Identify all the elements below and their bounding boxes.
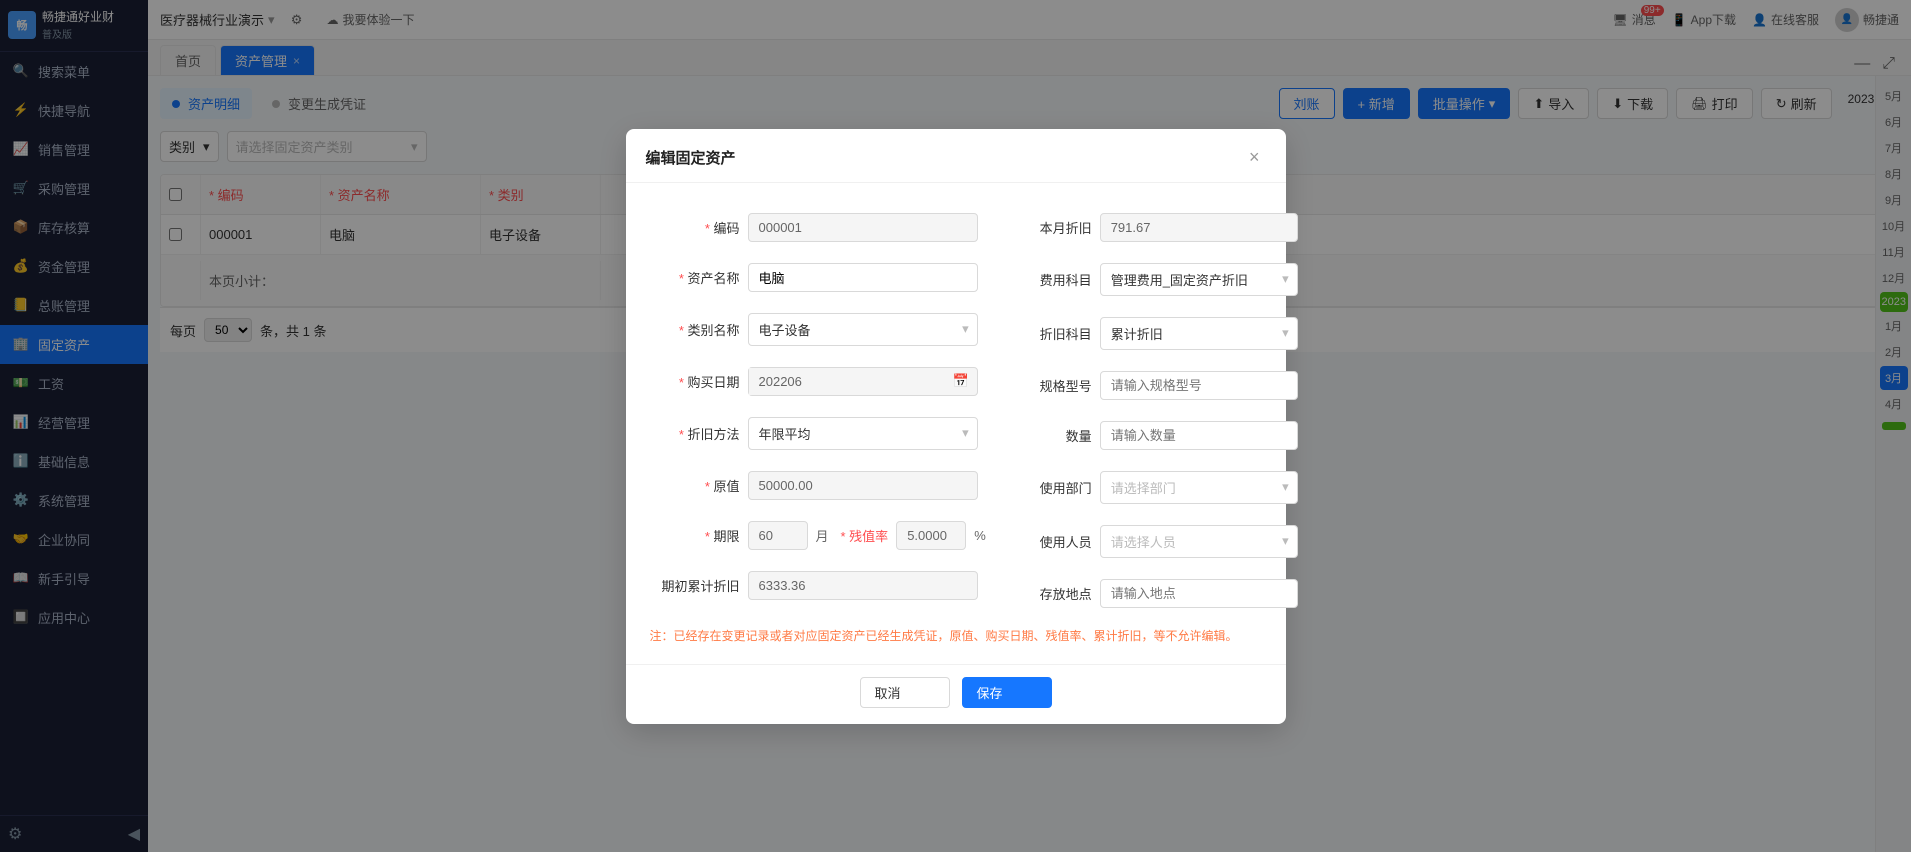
category-arrow-icon: ▾ <box>954 321 977 337</box>
modal-header: 编辑固定资产 × <box>626 129 1286 183</box>
period-unit: 月 <box>812 526 833 545</box>
monthly-depreciation-label: 本月折旧 <box>1010 218 1100 237</box>
form-row-purchase-date: 购买日期 📅 <box>658 357 978 407</box>
original-value-label: 原值 <box>658 476 748 495</box>
period-label: 期限 <box>658 526 748 545</box>
form-left-column: 编码 资产名称 类别名称 电子设备 ▾ <box>650 203 994 619</box>
modal-note: 注：已经存在变更记录或者对应固定资产已经生成凭证，原值、购买日期、残值率、累计折… <box>650 619 1262 644</box>
modal-body: 编码 资产名称 类别名称 电子设备 ▾ <box>626 183 1286 664</box>
location-label: 存放地点 <box>1010 584 1100 603</box>
period-group: 月 * 残值率 % <box>748 521 978 550</box>
category-label: 类别名称 <box>658 320 748 339</box>
quantity-input[interactable] <box>1100 421 1298 450</box>
form-grid: 编码 资产名称 类别名称 电子设备 ▾ <box>650 203 1262 619</box>
modal-footer: 取消 保存 <box>626 664 1286 724</box>
name-label: 资产名称 <box>658 268 748 287</box>
form-row-original-value: 原值 <box>658 461 978 511</box>
expense-subject-label: 费用科目 <box>1010 270 1100 289</box>
form-row-initial-depreciation: 期初累计折旧 <box>658 561 978 611</box>
residual-rate-unit: % <box>970 528 990 543</box>
form-row-depreciation-method: 折旧方法 年限平均 ▾ <box>658 407 978 461</box>
category-value: 电子设备 <box>749 314 955 345</box>
depreciation-method-value: 年限平均 <box>749 418 955 449</box>
form-row-expense-subject: 费用科目 管理费用_固定资产折旧 ▾ <box>1010 253 1298 307</box>
form-row-depreciation-subject: 折旧科目 累计折旧 ▾ <box>1010 307 1298 361</box>
form-row-name: 资产名称 <box>658 253 978 303</box>
calendar-icon[interactable]: 📅 <box>945 373 977 389</box>
expense-subject-select[interactable]: 管理费用_固定资产折旧 ▾ <box>1100 263 1298 296</box>
department-label: 使用部门 <box>1010 478 1100 497</box>
depreciation-subject-value: 累计折旧 <box>1101 318 1274 349</box>
form-row-quantity: 数量 <box>1010 411 1298 461</box>
original-value-input[interactable] <box>748 471 978 500</box>
purchase-date-field[interactable] <box>749 368 945 395</box>
edit-asset-modal: 编辑固定资产 × 编码 资产名称 <box>626 129 1286 724</box>
form-right-column: 本月折旧 费用科目 管理费用_固定资产折旧 ▾ 折旧科目 <box>994 203 1306 619</box>
modal-title: 编辑固定资产 <box>646 147 736 168</box>
user-select[interactable]: 请选择人员 ▾ <box>1100 525 1298 558</box>
residual-rate-label: * 残值率 <box>837 526 893 545</box>
user-placeholder: 请选择人员 <box>1101 526 1274 557</box>
initial-depreciation-label: 期初累计折旧 <box>658 576 748 595</box>
spec-input[interactable] <box>1100 371 1298 400</box>
quantity-label: 数量 <box>1010 426 1100 445</box>
depreciation-method-label: 折旧方法 <box>658 424 748 443</box>
modal-overlay: 编辑固定资产 × 编码 资产名称 <box>0 0 1911 852</box>
depreciation-method-select[interactable]: 年限平均 ▾ <box>748 417 978 450</box>
depreciation-subject-select[interactable]: 累计折旧 ▾ <box>1100 317 1298 350</box>
code-label: 编码 <box>658 218 748 237</box>
form-row-location: 存放地点 <box>1010 569 1298 619</box>
residual-rate-input[interactable] <box>896 521 966 550</box>
department-arrow-icon: ▾ <box>1274 479 1297 495</box>
user-arrow-icon: ▾ <box>1274 533 1297 549</box>
department-placeholder: 请选择部门 <box>1101 472 1274 503</box>
category-select[interactable]: 电子设备 ▾ <box>748 313 978 346</box>
form-row-user: 使用人员 请选择人员 ▾ <box>1010 515 1298 569</box>
depreciation-subject-label: 折旧科目 <box>1010 324 1100 343</box>
cancel-button[interactable]: 取消 <box>860 677 950 708</box>
period-input[interactable] <box>748 521 808 550</box>
purchase-date-label: 购买日期 <box>658 372 748 391</box>
form-row-code: 编码 <box>658 203 978 253</box>
code-input[interactable] <box>748 213 978 242</box>
expense-subject-value: 管理费用_固定资产折旧 <box>1101 264 1274 295</box>
modal-close-button[interactable]: × <box>1243 145 1266 170</box>
monthly-depreciation-input[interactable] <box>1100 213 1298 242</box>
expense-arrow-icon: ▾ <box>1274 271 1297 287</box>
department-select[interactable]: 请选择部门 ▾ <box>1100 471 1298 504</box>
initial-depreciation-input[interactable] <box>748 571 978 600</box>
form-row-monthly-depreciation: 本月折旧 <box>1010 203 1298 253</box>
form-row-spec: 规格型号 <box>1010 361 1298 411</box>
spec-label: 规格型号 <box>1010 376 1100 395</box>
user-label: 使用人员 <box>1010 532 1100 551</box>
name-input[interactable] <box>748 263 978 292</box>
form-row-category: 类别名称 电子设备 ▾ <box>658 303 978 357</box>
save-button[interactable]: 保存 <box>962 677 1052 708</box>
purchase-date-input[interactable]: 📅 <box>748 367 978 396</box>
method-arrow-icon: ▾ <box>954 425 977 441</box>
depreciation-subject-arrow-icon: ▾ <box>1274 325 1297 341</box>
form-row-department: 使用部门 请选择部门 ▾ <box>1010 461 1298 515</box>
location-input[interactable] <box>1100 579 1298 608</box>
form-row-period: 期限 月 * 残值率 % <box>658 511 978 561</box>
